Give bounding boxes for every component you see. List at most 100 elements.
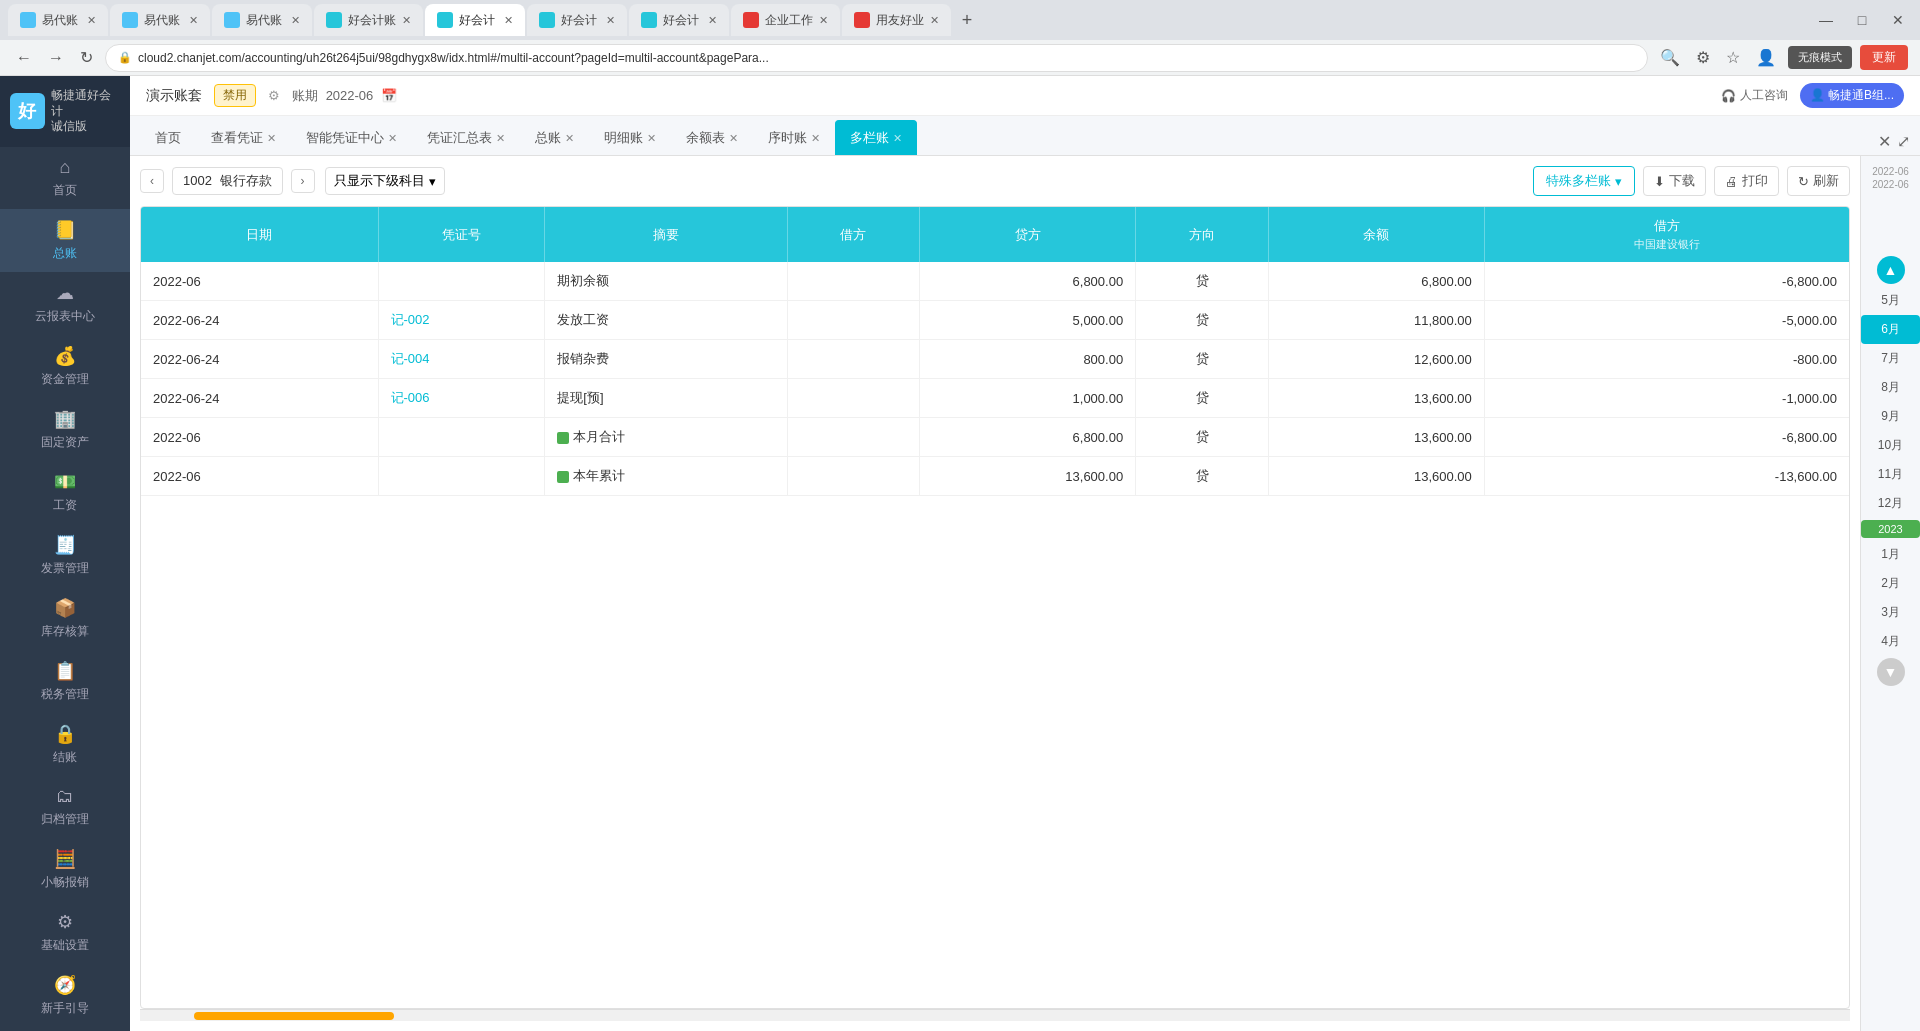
url-bar[interactable]: 🔒 cloud2.chanjet.com/accounting/uh26t264… — [105, 44, 1648, 72]
tab-close-smart-voucher[interactable]: ✕ — [388, 132, 397, 145]
voucher-link[interactable]: 记-004 — [391, 351, 430, 366]
collapse-icon[interactable]: ✕ — [1878, 132, 1891, 151]
tab-close-6[interactable]: ✕ — [606, 14, 615, 27]
back-button[interactable]: ← — [12, 45, 36, 71]
sidebar-item-member[interactable]: 👑 畅会员 — [0, 1027, 130, 1031]
tab-voucher-summary[interactable]: 凭证汇总表 ✕ — [412, 120, 520, 155]
tab-general-ledger[interactable]: 总账 ✕ — [520, 120, 589, 155]
browser-tab-7[interactable]: 好会计 ✕ — [629, 4, 729, 36]
month-item-2023-1[interactable]: 1月 — [1861, 540, 1920, 569]
minimize-button[interactable]: — — [1812, 6, 1840, 34]
prev-account-button[interactable]: ‹ — [140, 169, 164, 193]
print-button[interactable]: 🖨 打印 — [1714, 166, 1779, 196]
tab-close-balance[interactable]: ✕ — [729, 132, 738, 145]
refresh-ledger-button[interactable]: ↻ 刷新 — [1787, 166, 1850, 196]
tab-detail-ledger[interactable]: 明细账 ✕ — [589, 120, 671, 155]
sidebar-item-archive[interactable]: 🗂 归档管理 — [0, 776, 130, 838]
tab-close-detail-ledger[interactable]: ✕ — [647, 132, 656, 145]
tab-voucher-view[interactable]: 查看凭证 ✕ — [196, 120, 291, 155]
month-item-12[interactable]: 12月 — [1861, 489, 1920, 518]
download-button[interactable]: ⬇ 下载 — [1643, 166, 1706, 196]
scroll-thumb[interactable] — [194, 1012, 394, 1020]
month-item-7[interactable]: 7月 — [1861, 344, 1920, 373]
close-browser-button[interactable]: ✕ — [1884, 6, 1912, 34]
sidebar-item-expense[interactable]: 🧮 小畅报销 — [0, 838, 130, 901]
tab-close-5[interactable]: ✕ — [504, 14, 513, 27]
month-item-2023-4[interactable]: 4月 — [1861, 627, 1920, 656]
tab-balance[interactable]: 余额表 ✕ — [671, 120, 753, 155]
expand-icon[interactable]: ⤢ — [1897, 132, 1910, 151]
month-item-11[interactable]: 11月 — [1861, 460, 1920, 489]
sidebar-item-settings[interactable]: ⚙ 基础设置 — [0, 901, 130, 964]
cell-direction: 贷 — [1136, 457, 1269, 496]
sidebar-label-expense: 小畅报销 — [41, 874, 89, 891]
month-item-2023-3[interactable]: 3月 — [1861, 598, 1920, 627]
new-tab-button[interactable]: + — [953, 6, 981, 34]
browser-tab-9[interactable]: 用友好业 ✕ — [842, 4, 951, 36]
sidebar-item-guide[interactable]: 🧭 新手引导 — [0, 964, 130, 1027]
sidebar-item-inventory[interactable]: 📦 库存核算 — [0, 587, 130, 650]
no-trace-button[interactable]: 无痕模式 — [1788, 46, 1852, 69]
sidebar-item-invoice[interactable]: 🧾 发票管理 — [0, 524, 130, 587]
browser-tab-2[interactable]: 易代账 ✕ — [110, 4, 210, 36]
sidebar-item-salary[interactable]: 💵 工资 — [0, 461, 130, 524]
tab-close-multi-col[interactable]: ✕ — [893, 132, 902, 145]
browser-tab-1[interactable]: 易代账 ✕ — [8, 4, 108, 36]
tab-multi-col[interactable]: 多栏账 ✕ — [835, 120, 917, 155]
tab-close-8[interactable]: ✕ — [819, 14, 828, 27]
tab-close-journal[interactable]: ✕ — [811, 132, 820, 145]
special-multi-col-button[interactable]: 特殊多栏账 ▾ — [1533, 166, 1635, 196]
tab-close-general-ledger[interactable]: ✕ — [565, 132, 574, 145]
voucher-link[interactable]: 记-002 — [391, 312, 430, 327]
browser-tab-8[interactable]: 企业工作 ✕ — [731, 4, 840, 36]
calendar-icon[interactable]: 📅 — [381, 88, 397, 103]
tab-home[interactable]: 首页 — [140, 120, 196, 155]
profile-icon[interactable]: 👤 — [1752, 44, 1780, 71]
sidebar-item-close[interactable]: 🔒 结账 — [0, 713, 130, 776]
browser-tab-3[interactable]: 易代账 ✕ — [212, 4, 312, 36]
refresh-browser-button[interactable]: ↻ — [76, 44, 97, 71]
sidebar-item-ledger[interactable]: 📒 总账 — [0, 209, 130, 272]
month-item-9[interactable]: 9月 — [1861, 402, 1920, 431]
scroll-up-button[interactable]: ▲ — [1877, 256, 1905, 284]
browser-tab-4[interactable]: 好会计账 ✕ — [314, 4, 423, 36]
tab-close-9[interactable]: ✕ — [930, 14, 939, 27]
tab-close-3[interactable]: ✕ — [291, 14, 300, 27]
cell-balance: 11,800.00 — [1268, 301, 1484, 340]
update-button[interactable]: 更新 — [1860, 45, 1908, 70]
sidebar-item-cloud-report[interactable]: ☁ 云报表中心 — [0, 272, 130, 335]
sidebar-item-fixed-asset[interactable]: 🏢 固定资产 — [0, 398, 130, 461]
bookmark-icon[interactable]: ☆ — [1722, 44, 1744, 71]
tab-smart-voucher[interactable]: 智能凭证中心 ✕ — [291, 120, 412, 155]
tab-close-1[interactable]: ✕ — [87, 14, 96, 27]
extensions-icon[interactable]: ⚙ — [1692, 44, 1714, 71]
month-item-10[interactable]: 10月 — [1861, 431, 1920, 460]
month-item-6[interactable]: 6月 — [1861, 315, 1920, 344]
settings-gear-icon[interactable]: ⚙ — [268, 88, 280, 103]
search-icon[interactable]: 🔍 — [1656, 44, 1684, 71]
tab-close-2[interactable]: ✕ — [189, 14, 198, 27]
month-item-8[interactable]: 8月 — [1861, 373, 1920, 402]
sidebar-item-home[interactable]: ⌂ 首页 — [0, 147, 130, 209]
tab-close-voucher-summary[interactable]: ✕ — [496, 132, 505, 145]
browser-tab-5[interactable]: 好会计 ✕ — [425, 4, 525, 36]
tab-close-4[interactable]: ✕ — [402, 14, 411, 27]
consult-button[interactable]: 🎧 人工咨询 — [1721, 87, 1788, 104]
horizontal-scrollbar[interactable] — [140, 1009, 1850, 1021]
scroll-down-button[interactable]: ▼ — [1877, 658, 1905, 686]
month-item-5[interactable]: 5月 — [1861, 286, 1920, 315]
tab-close-voucher-view[interactable]: ✕ — [267, 132, 276, 145]
forward-button[interactable]: → — [44, 45, 68, 71]
cell-debit — [787, 379, 920, 418]
tab-close-7[interactable]: ✕ — [708, 14, 717, 27]
month-item-2023-2[interactable]: 2月 — [1861, 569, 1920, 598]
next-account-button[interactable]: › — [291, 169, 315, 193]
sidebar-item-tax[interactable]: 📋 税务管理 — [0, 650, 130, 713]
user-avatar[interactable]: 👤 畅捷通B组... — [1800, 83, 1904, 108]
tab-journal[interactable]: 序时账 ✕ — [753, 120, 835, 155]
voucher-link[interactable]: 记-006 — [391, 390, 430, 405]
sub-account-filter[interactable]: 只显示下级科目 ▾ — [325, 167, 445, 195]
browser-tab-6[interactable]: 好会计 ✕ — [527, 4, 627, 36]
sidebar-item-fund[interactable]: 💰 资金管理 — [0, 335, 130, 398]
maximize-button[interactable]: □ — [1848, 6, 1876, 34]
